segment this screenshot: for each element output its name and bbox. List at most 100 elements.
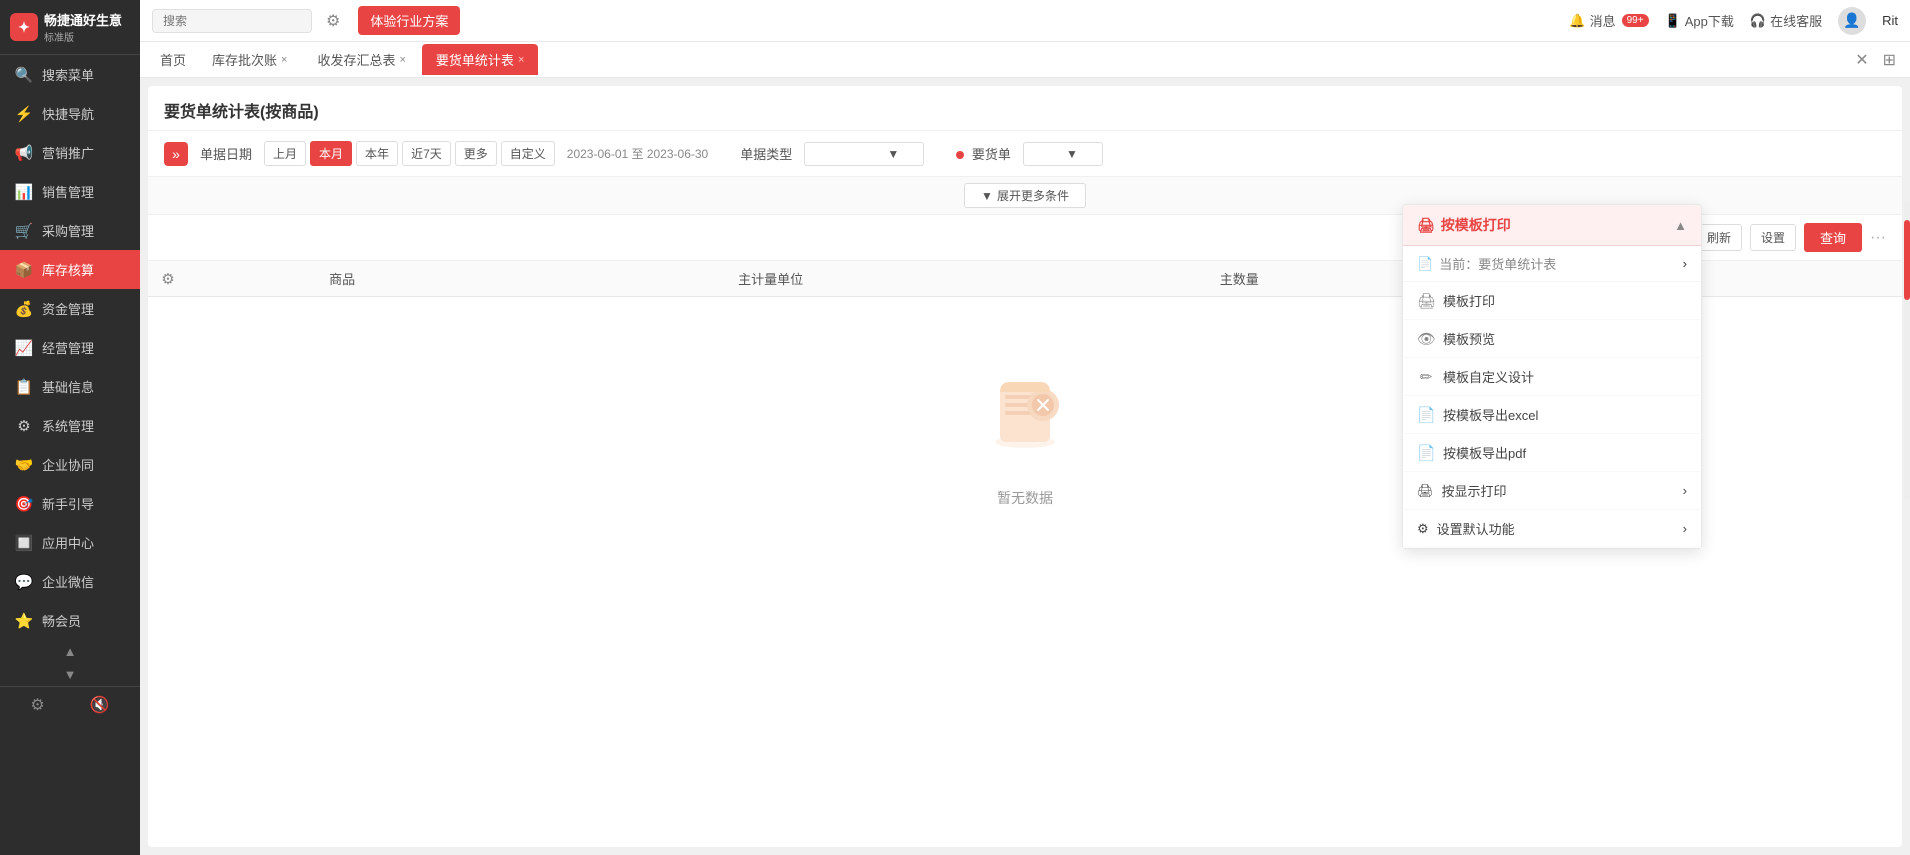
sidebar-item-search[interactable]: 🔍 搜索菜单	[0, 55, 140, 94]
sidebar-bottom: ⚙ 🔇	[0, 686, 140, 723]
dropdown-section-display-print[interactable]: 🖨 按显示打印 ›	[1403, 472, 1701, 510]
col-header-unit: 主计量单位	[496, 261, 1045, 297]
avatar[interactable]: 👤	[1838, 7, 1866, 35]
date-btn-more[interactable]: 更多	[455, 141, 497, 166]
topbar-search-input[interactable]	[152, 9, 312, 33]
dropdown-header: 🖨 按模板打印 ▲	[1403, 205, 1701, 246]
tab-home[interactable]: 首页	[150, 44, 196, 75]
settings-btn[interactable]: 设置	[1750, 224, 1796, 251]
display-print-icon: 🖨	[1417, 483, 1434, 499]
online-service-btn[interactable]: 🎧 在线客服	[1750, 11, 1822, 30]
chart-icon: 📊	[14, 183, 34, 201]
target-icon: 🎯	[14, 495, 34, 513]
dropdown-item-template-export-pdf[interactable]: 📄 按模板导出pdf	[1403, 434, 1701, 472]
sidebar-item-operation[interactable]: 📈 经营管理	[0, 328, 140, 367]
sidebar-item-member[interactable]: ⭐ 畅会员	[0, 601, 140, 640]
phone-icon: 📱	[1665, 13, 1681, 29]
scrollbar-thumb	[1904, 220, 1910, 300]
messages-btn[interactable]: 🔔 消息 99+	[1569, 11, 1648, 30]
dropdown-header-left: 🖨 按模板打印	[1417, 215, 1511, 235]
col-header-product: 商品	[188, 261, 496, 297]
doc-icon: 📄	[1417, 256, 1433, 272]
headset-icon: 🎧	[1750, 13, 1766, 29]
mute-icon[interactable]: 🔇	[90, 695, 110, 715]
sidebar-item-system[interactable]: ⚙ 系统管理	[0, 406, 140, 445]
date-btn-custom[interactable]: 自定义	[501, 141, 555, 166]
page-content: 要货单统计表(按商品) » 单据日期 上月 本月 本年 近7天 更多 自定义 2…	[148, 86, 1902, 847]
chat-icon: 💬	[14, 573, 34, 591]
trend-icon: 📈	[14, 339, 34, 357]
dropdown-item-template-preview[interactable]: 👁 模板预览	[1403, 320, 1701, 358]
money-icon: 💰	[14, 300, 34, 318]
sidebar-item-quick-nav[interactable]: ⚡ 快捷导航	[0, 94, 140, 133]
sidebar-item-purchase[interactable]: 🛒 采购管理	[0, 211, 140, 250]
empty-text: 暂无数据	[997, 488, 1053, 508]
sidebar: ✦ 畅捷通好生意 标准版 🔍 搜索菜单 ⚡ 快捷导航 📢 营销推广 📊 销售管理…	[0, 0, 140, 855]
sidebar-scroll-down[interactable]: ▼	[0, 663, 140, 686]
sidebar-item-sales[interactable]: 📊 销售管理	[0, 172, 140, 211]
megaphone-icon: 📢	[14, 144, 34, 162]
table-settings-icon[interactable]: ⚙	[161, 271, 174, 288]
tab-collection-summary[interactable]: 收发存汇总表 ×	[303, 44, 419, 75]
excel-icon: 📄	[1417, 406, 1435, 424]
date-btn-7days[interactable]: 近7天	[402, 141, 451, 166]
dropdown-header-right: ▲	[1674, 218, 1687, 233]
dropdown-section-default-settings[interactable]: ⚙ 设置默认功能 ›	[1403, 510, 1701, 548]
expand-tabs-btn[interactable]: ⊞	[1879, 48, 1900, 72]
date-btn-this-month[interactable]: 本月	[310, 141, 352, 166]
right-scrollbar[interactable]	[1904, 200, 1910, 500]
industry-btn[interactable]: 体验行业方案	[358, 6, 460, 35]
close-all-tabs-btn[interactable]: ✕	[1851, 48, 1872, 72]
sidebar-item-basic[interactable]: 📋 基础信息	[0, 367, 140, 406]
query-btn[interactable]: 查询	[1804, 223, 1862, 252]
tab-close-requisition-stats[interactable]: ×	[518, 54, 524, 66]
topbar-gear-icon[interactable]: ⚙	[326, 11, 340, 31]
tab-close-inventory-batch[interactable]: ×	[281, 54, 287, 66]
chevron-right-display-icon: ›	[1683, 483, 1687, 498]
date-btn-last-month[interactable]: 上月	[264, 141, 306, 166]
expand-more-btn[interactable]: ▼ 展开更多条件	[964, 183, 1086, 208]
sidebar-item-finance[interactable]: 💰 资金管理	[0, 289, 140, 328]
sidebar-item-wechat[interactable]: 💬 企业微信	[0, 562, 140, 601]
sidebar-item-guide[interactable]: 🎯 新手引导	[0, 484, 140, 523]
filter-area: » 单据日期 上月 本月 本年 近7天 更多 自定义 2023-06-01 至 …	[148, 131, 1902, 177]
app-logo: ✦ 畅捷通好生意 标准版	[0, 0, 140, 55]
sidebar-item-collab[interactable]: 🤝 企业协同	[0, 445, 140, 484]
page-title: 要货单统计表(按商品)	[148, 86, 1902, 131]
empty-illustration	[975, 357, 1075, 476]
cart-icon: 🛒	[14, 222, 34, 240]
chevron-down-icon-2: ▼	[1066, 147, 1078, 161]
chevron-right-current-icon: ›	[1683, 256, 1687, 271]
tabs-bar: 首页 库存批次账 × 收发存汇总表 × 要货单统计表 × ✕ ⊞	[140, 42, 1910, 78]
filter-expand-icon[interactable]: »	[164, 142, 188, 166]
req-field-select[interactable]: ▼	[1023, 142, 1103, 166]
tab-inventory-batch[interactable]: 库存批次账 ×	[198, 44, 301, 75]
chevron-down-icon: ▼	[887, 147, 899, 161]
date-range-display: 2023-06-01 至 2023-06-30	[567, 145, 708, 162]
bell-icon: 🔔	[1569, 13, 1585, 29]
sidebar-item-inventory[interactable]: 📦 库存核算	[0, 250, 140, 289]
sidebar-scroll-up[interactable]: ▲	[0, 640, 140, 663]
list-icon: 📋	[14, 378, 34, 396]
print-dropdown: 🖨 按模板打印 ▲ 📄 当前：要货单统计表 › 🖨 模板打印 👁	[1402, 204, 1702, 549]
date-btn-this-year[interactable]: 本年	[356, 141, 398, 166]
sidebar-item-marketing[interactable]: 📢 营销推广	[0, 133, 140, 172]
app-download-btn[interactable]: 📱 App下载	[1665, 11, 1734, 30]
topbar-right: 🔔 消息 99+ 📱 App下载 🎧 在线客服 👤 Rit	[1569, 7, 1898, 35]
user-name: Rit	[1882, 13, 1898, 28]
dropdown-item-template-export-excel[interactable]: 📄 按模板导出excel	[1403, 396, 1701, 434]
sidebar-item-apps[interactable]: 🔲 应用中心	[0, 523, 140, 562]
dropdown-current-template[interactable]: 📄 当前：要货单统计表 ›	[1403, 246, 1701, 282]
dropdown-item-template-design[interactable]: ✏ 模板自定义设计	[1403, 358, 1701, 396]
tab-requisition-stats[interactable]: 要货单统计表 ×	[422, 44, 538, 75]
handshake-icon: 🤝	[14, 456, 34, 474]
chevron-down-expand-icon: ▼	[981, 189, 993, 203]
req-field-label: 要货单	[956, 144, 1011, 163]
type-select[interactable]: ▼	[804, 142, 924, 166]
chevron-up-dropdown-icon[interactable]: ▲	[1674, 218, 1687, 233]
empty-svg	[975, 357, 1075, 457]
more-btn[interactable]: ···	[1870, 229, 1886, 247]
tab-close-collection-summary[interactable]: ×	[399, 54, 405, 66]
settings-bottom-icon[interactable]: ⚙	[30, 695, 44, 715]
dropdown-item-template-print[interactable]: 🖨 模板打印	[1403, 282, 1701, 320]
